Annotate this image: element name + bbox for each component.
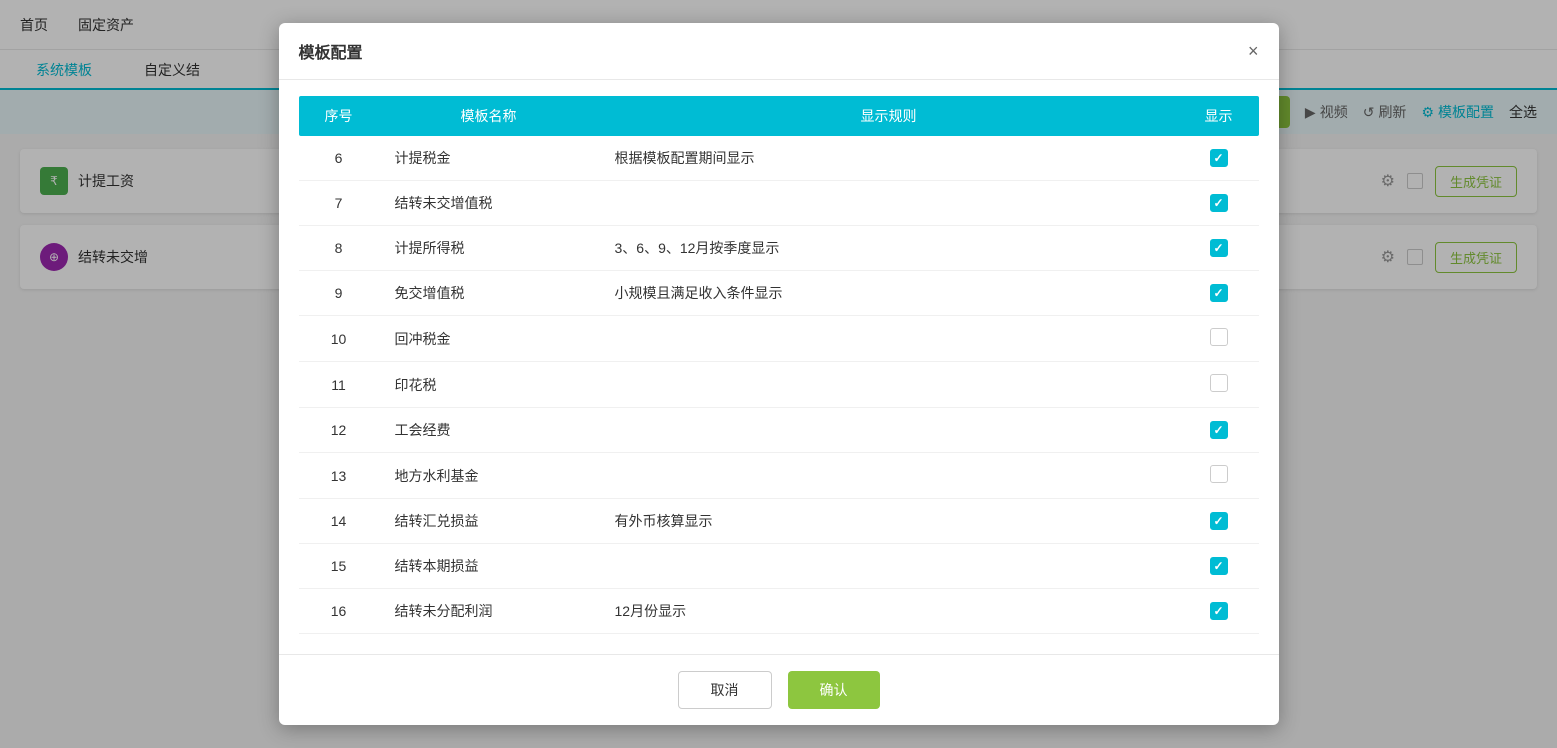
table-row: 16结转未分配利润12月份显示 <box>299 589 1259 634</box>
cell-checkbox <box>1179 136 1259 181</box>
cell-rule: 有外币核算显示 <box>599 499 1179 544</box>
template-config-modal: 模板配置 × 序号 模板名称 显示规则 显示 6计提税金根据模板配置期间显示7结… <box>279 23 1279 725</box>
cell-name: 计提所得税 <box>379 226 599 271</box>
cell-name: 结转汇兑损益 <box>379 499 599 544</box>
cell-id: 14 <box>299 499 379 544</box>
cell-id: 7 <box>299 181 379 226</box>
config-table: 序号 模板名称 显示规则 显示 6计提税金根据模板配置期间显示7结转未交增值税8… <box>299 96 1259 634</box>
modal-title: 模板配置 <box>299 39 363 63</box>
cell-id: 11 <box>299 362 379 408</box>
modal-footer: 取消 确认 <box>279 654 1279 725</box>
cell-rule <box>599 408 1179 453</box>
cell-name: 结转未分配利润 <box>379 589 599 634</box>
cell-rule <box>599 316 1179 362</box>
cell-name: 印花税 <box>379 362 599 408</box>
table-row: 13地方水利基金 <box>299 453 1259 499</box>
cell-checkbox <box>1179 181 1259 226</box>
table-row: 12工会经费 <box>299 408 1259 453</box>
checkbox-7[interactable] <box>1210 194 1228 212</box>
table-row: 10回冲税金 <box>299 316 1259 362</box>
cell-rule: 12月份显示 <box>599 589 1179 634</box>
cell-rule <box>599 181 1179 226</box>
checkbox-14[interactable] <box>1210 512 1228 530</box>
table-row: 15结转本期损益 <box>299 544 1259 589</box>
checkbox-15[interactable] <box>1210 557 1228 575</box>
cell-checkbox <box>1179 408 1259 453</box>
cell-rule <box>599 453 1179 499</box>
table-row: 11印花税 <box>299 362 1259 408</box>
cell-checkbox <box>1179 453 1259 499</box>
cell-id: 12 <box>299 408 379 453</box>
cell-name: 回冲税金 <box>379 316 599 362</box>
table-row: 9免交增值税小规模且满足收入条件显示 <box>299 271 1259 316</box>
checkbox-6[interactable] <box>1210 149 1228 167</box>
modal-overlay: 模板配置 × 序号 模板名称 显示规则 显示 6计提税金根据模板配置期间显示7结… <box>0 0 1557 748</box>
table-row: 7结转未交增值税 <box>299 181 1259 226</box>
col-header-display: 显示 <box>1179 96 1259 136</box>
confirm-button[interactable]: 确认 <box>788 671 880 709</box>
cell-checkbox <box>1179 271 1259 316</box>
cell-name: 结转本期损益 <box>379 544 599 589</box>
table-body: 6计提税金根据模板配置期间显示7结转未交增值税8计提所得税3、6、9、12月按季… <box>299 136 1259 634</box>
checkbox-12[interactable] <box>1210 421 1228 439</box>
modal-close-button[interactable]: × <box>1248 42 1259 60</box>
cancel-button[interactable]: 取消 <box>678 671 772 709</box>
cell-id: 13 <box>299 453 379 499</box>
checkbox-9[interactable] <box>1210 284 1228 302</box>
cell-rule <box>599 362 1179 408</box>
cell-id: 9 <box>299 271 379 316</box>
cell-checkbox <box>1179 499 1259 544</box>
checkbox-16[interactable] <box>1210 602 1228 620</box>
checkbox-11[interactable] <box>1210 374 1228 392</box>
cell-rule: 根据模板配置期间显示 <box>599 136 1179 181</box>
col-header-rule: 显示规则 <box>599 96 1179 136</box>
cell-checkbox <box>1179 362 1259 408</box>
cell-name: 地方水利基金 <box>379 453 599 499</box>
col-header-id: 序号 <box>299 96 379 136</box>
cell-name: 结转未交增值税 <box>379 181 599 226</box>
cell-id: 8 <box>299 226 379 271</box>
cell-name: 工会经费 <box>379 408 599 453</box>
cell-checkbox <box>1179 589 1259 634</box>
cell-id: 10 <box>299 316 379 362</box>
modal-header: 模板配置 × <box>279 23 1279 80</box>
cell-name: 免交增值税 <box>379 271 599 316</box>
cell-rule: 小规模且满足收入条件显示 <box>599 271 1179 316</box>
table-row: 14结转汇兑损益有外币核算显示 <box>299 499 1259 544</box>
cell-id: 16 <box>299 589 379 634</box>
checkbox-10[interactable] <box>1210 328 1228 346</box>
col-header-name: 模板名称 <box>379 96 599 136</box>
cell-id: 15 <box>299 544 379 589</box>
cell-name: 计提税金 <box>379 136 599 181</box>
cell-checkbox <box>1179 226 1259 271</box>
cell-checkbox <box>1179 544 1259 589</box>
cell-rule: 3、6、9、12月按季度显示 <box>599 226 1179 271</box>
modal-body: 序号 模板名称 显示规则 显示 6计提税金根据模板配置期间显示7结转未交增值税8… <box>279 80 1279 654</box>
cell-id: 6 <box>299 136 379 181</box>
cell-rule <box>599 544 1179 589</box>
table-row: 8计提所得税3、6、9、12月按季度显示 <box>299 226 1259 271</box>
cell-checkbox <box>1179 316 1259 362</box>
checkbox-8[interactable] <box>1210 239 1228 257</box>
checkbox-13[interactable] <box>1210 465 1228 483</box>
table-head: 序号 模板名称 显示规则 显示 <box>299 96 1259 136</box>
table-row: 6计提税金根据模板配置期间显示 <box>299 136 1259 181</box>
